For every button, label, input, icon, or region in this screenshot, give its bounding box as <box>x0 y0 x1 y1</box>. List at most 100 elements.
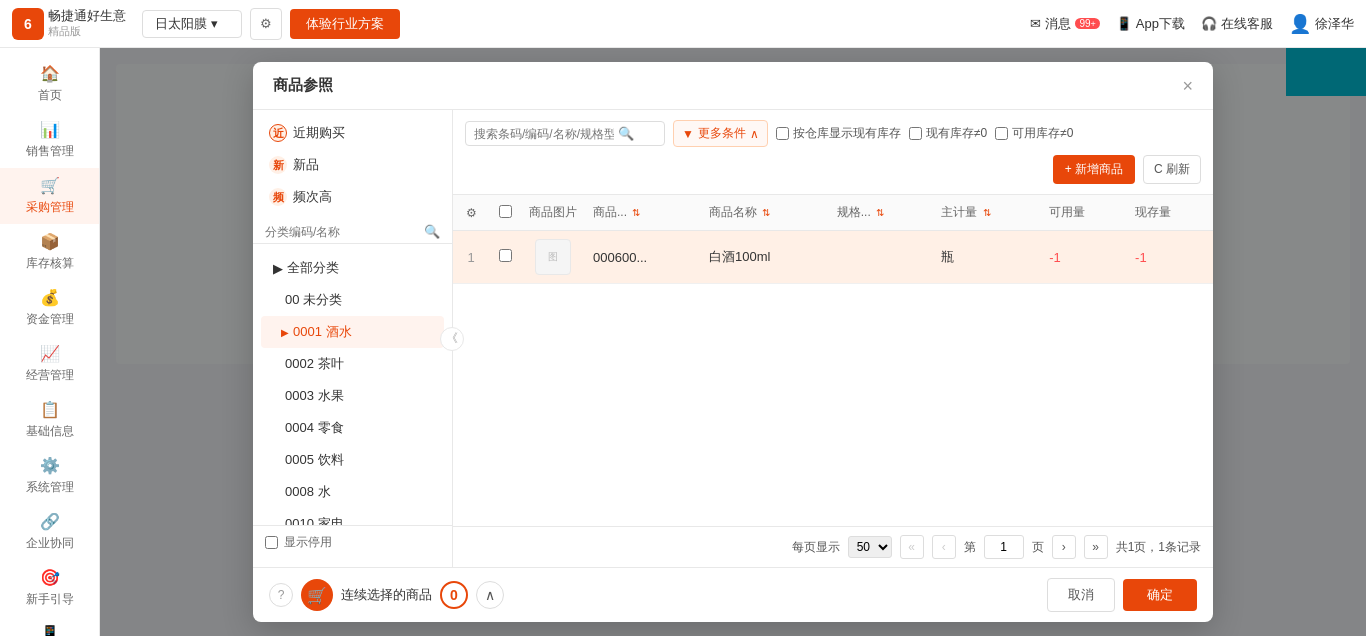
th-checkbox[interactable] <box>489 195 521 231</box>
modal-close-button[interactable]: × <box>1182 77 1193 95</box>
first-page-button[interactable]: « <box>900 535 924 559</box>
new-icon: 新 <box>269 156 287 174</box>
logo-icon: 6 <box>12 8 44 40</box>
more-filter-button[interactable]: ▼ 更多条件 ∧ <box>673 120 768 147</box>
products-table: ⚙ 商品图片 <box>453 195 1213 284</box>
nav-dropdown-store[interactable]: 日太阳膜 ▾ <box>142 10 242 38</box>
product-search-bar: 🔍 <box>465 121 665 146</box>
cat-item-snacks[interactable]: 0004 零食 <box>261 412 444 444</box>
cat-item-tea[interactable]: 0002 茶叶 <box>261 348 444 380</box>
warehouse-stock-filter: 按仓库显示现有库存 <box>776 125 901 142</box>
cancel-button[interactable]: 取消 <box>1047 578 1115 612</box>
sort-spec-icon: ⇅ <box>876 207 884 218</box>
product-search-icon[interactable]: 🔍 <box>618 126 634 141</box>
main-layout: 🏠 首页 📊 销售管理 🛒 采购管理 📦 库存核算 💰 资金管理 📈 经营管理 … <box>0 48 1366 636</box>
logo-text: 畅捷通好生意 <box>48 8 126 24</box>
sidebar-item-finance[interactable]: 💰 资金管理 <box>0 280 99 336</box>
quick-item-freq[interactable]: 频 频次高 <box>261 182 444 212</box>
th-image: 商品图片 <box>521 195 585 231</box>
category-search-input[interactable] <box>265 225 420 239</box>
confirm-button[interactable]: 确定 <box>1123 579 1197 611</box>
help-button[interactable]: ? <box>269 583 293 607</box>
refresh-button[interactable]: C 刷新 <box>1143 155 1201 184</box>
sidebar-item-inventory[interactable]: 📦 库存核算 <box>0 224 99 280</box>
th-unit[interactable]: 主计量 ⇅ <box>933 195 1041 231</box>
th-code[interactable]: 商品... ⇅ <box>585 195 701 231</box>
show-disabled-footer: 显示停用 <box>253 525 452 559</box>
cart-icon-button[interactable]: 🛒 <box>301 579 333 611</box>
th-spec[interactable]: 规格... ⇅ <box>829 195 934 231</box>
page-number-input[interactable]: 1 <box>984 535 1024 559</box>
add-product-button[interactable]: + 新增商品 <box>1053 155 1135 184</box>
cart-count-badge: 0 <box>440 581 468 609</box>
table-row[interactable]: 1 图 <box>453 231 1213 284</box>
cat-item-drinks[interactable]: 0005 饮料 <box>261 444 444 476</box>
collapse-panel-button[interactable]: 《 <box>440 327 464 351</box>
freq-icon: 频 <box>269 188 287 206</box>
product-table: ⚙ 商品图片 <box>453 195 1213 526</box>
quick-item-new[interactable]: 新 新品 <box>261 150 444 180</box>
sidebar-item-operation[interactable]: 📈 经营管理 <box>0 336 99 392</box>
sort-unit-icon: ⇅ <box>983 207 991 218</box>
top-nav: 6 畅捷通好生意 精品版 日太阳膜 ▾ ⚙ 体验行业方案 ✉ 消息 99+ 📱 … <box>0 0 1366 48</box>
prev-page-button[interactable]: ‹ <box>932 535 956 559</box>
cat-item-fruit[interactable]: 0003 水果 <box>261 380 444 412</box>
modal-header: 商品参照 × <box>253 62 1213 110</box>
usable-ne-checkbox[interactable] <box>995 127 1008 140</box>
th-name[interactable]: 商品名称 ⇅ <box>701 195 829 231</box>
message-button[interactable]: ✉ 消息 99+ <box>1030 15 1099 33</box>
last-page-button[interactable]: » <box>1084 535 1108 559</box>
cart-collapse-button[interactable]: ∧ <box>476 581 504 609</box>
online-service-button[interactable]: 🎧 在线客服 <box>1201 15 1273 33</box>
category-search-icon[interactable]: 🔍 <box>424 224 440 239</box>
logo-sub: 精品版 <box>48 24 126 39</box>
pagination: 每页显示 50 « ‹ 第 1 页 › » 共1页，1条记录 <box>453 526 1213 567</box>
sort-code-icon: ⇅ <box>632 207 640 218</box>
sidebar: 🏠 首页 📊 销售管理 🛒 采购管理 📦 库存核算 💰 资金管理 📈 经营管理 … <box>0 48 100 636</box>
td-checkbox[interactable] <box>489 231 521 284</box>
page-size-select[interactable]: 50 <box>848 536 892 558</box>
td-spec <box>829 231 934 284</box>
select-all-checkbox[interactable] <box>499 205 512 218</box>
modal-overlay: 商品参照 × 近 近期购买 新 <box>100 48 1366 636</box>
cat-item-water[interactable]: 0008 水 <box>261 476 444 508</box>
sidebar-item-purchase[interactable]: 🛒 采购管理 <box>0 168 99 224</box>
td-name: 白酒100ml <box>701 231 829 284</box>
next-page-button[interactable]: › <box>1052 535 1076 559</box>
category-list: ▶ 全部分类 00 未分类 ▶ 0001 酒水 0002 茶 <box>253 252 452 525</box>
cta-button[interactable]: 体验行业方案 <box>290 9 400 39</box>
quick-item-recent[interactable]: 近 近期购买 <box>261 118 444 148</box>
td-image: 图 <box>521 231 585 284</box>
cart-area: 🛒 连续选择的商品 0 ∧ <box>301 579 1039 611</box>
sidebar-item-sales[interactable]: 📊 销售管理 <box>0 112 99 168</box>
cat-item-appliances[interactable]: 0010 家电 <box>261 508 444 525</box>
td-index: 1 <box>453 231 489 284</box>
sidebar-item-home[interactable]: 🏠 首页 <box>0 56 99 112</box>
cat-item-all[interactable]: ▶ 全部分类 <box>261 252 444 284</box>
th-stock: 现存量 <box>1127 195 1213 231</box>
warehouse-stock-checkbox[interactable] <box>776 127 789 140</box>
sidebar-item-guide[interactable]: 🎯 新手引导 <box>0 560 99 616</box>
sidebar-item-basic-info[interactable]: 📋 基础信息 <box>0 392 99 448</box>
cat-item-liquor[interactable]: ▶ 0001 酒水 <box>261 316 444 348</box>
show-disabled-checkbox[interactable] <box>265 536 278 549</box>
stock-ne-filter: 现有库存≠0 <box>909 125 987 142</box>
user-avatar[interactable]: 👤 徐泽华 <box>1289 13 1354 35</box>
stock-ne-checkbox[interactable] <box>909 127 922 140</box>
app-download-button[interactable]: 📱 App下载 <box>1116 15 1185 33</box>
product-panel: 🔍 ▼ 更多条件 ∧ 按仓库显示现有库存 <box>453 110 1213 567</box>
cat-item-unclassified[interactable]: 00 未分类 <box>261 284 444 316</box>
sidebar-item-apps[interactable]: 📱 应用中心 <box>0 616 99 636</box>
th-settings[interactable]: ⚙ <box>453 195 489 231</box>
row-checkbox[interactable] <box>499 249 512 262</box>
logo-area: 6 畅捷通好生意 精品版 <box>12 8 126 40</box>
modal-body: 近 近期购买 新 新品 频 频次高 <box>253 110 1213 567</box>
sidebar-item-system[interactable]: ⚙️ 系统管理 <box>0 448 99 504</box>
product-search-input[interactable] <box>474 127 614 141</box>
product-toolbar: 🔍 ▼ 更多条件 ∧ 按仓库显示现有库存 <box>453 110 1213 195</box>
td-code: 000600... <box>585 231 701 284</box>
td-available: -1 <box>1041 231 1127 284</box>
sidebar-item-collab[interactable]: 🔗 企业协同 <box>0 504 99 560</box>
settings-button[interactable]: ⚙ <box>250 8 282 40</box>
nav-right: ✉ 消息 99+ 📱 App下载 🎧 在线客服 👤 徐泽华 <box>1030 13 1354 35</box>
